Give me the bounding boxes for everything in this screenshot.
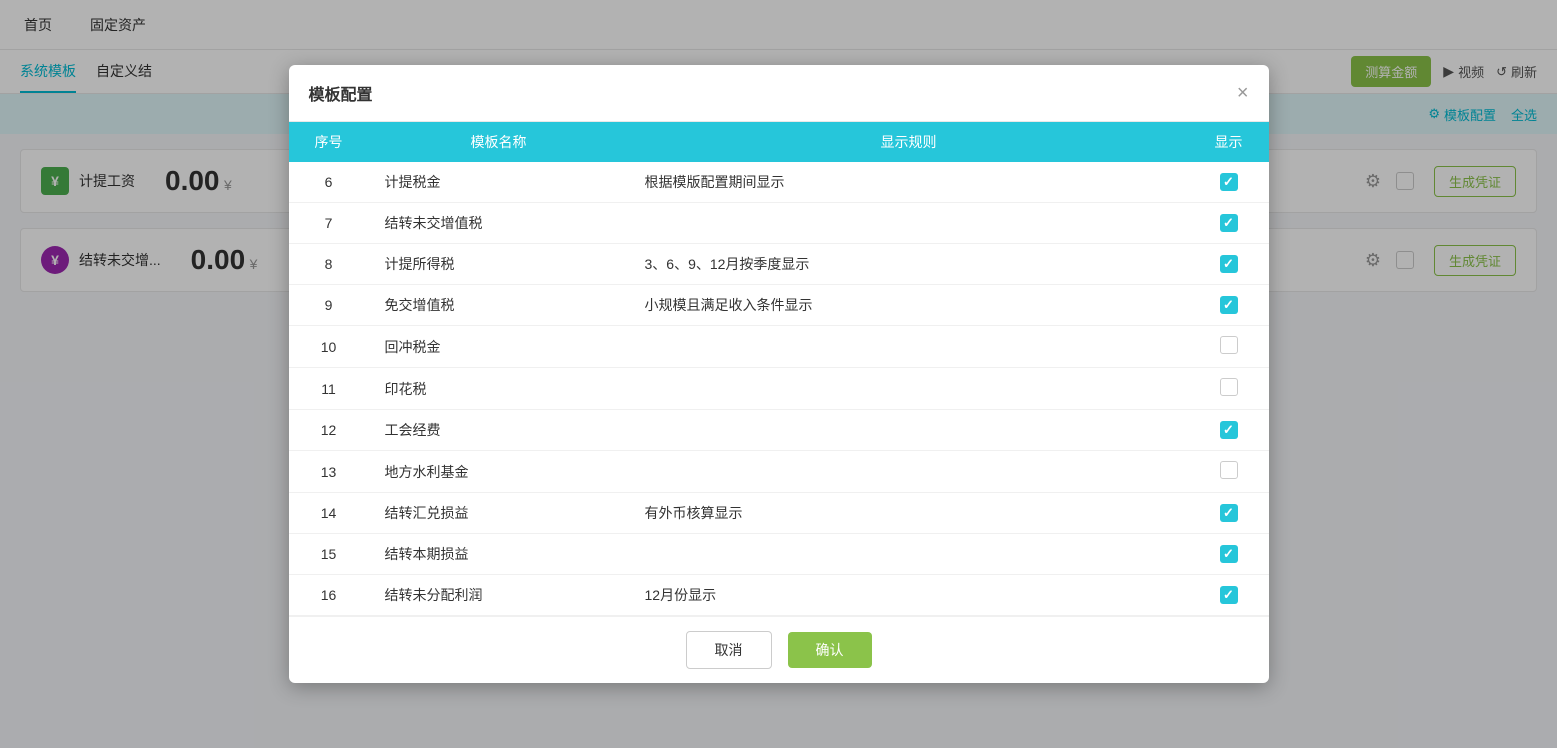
cell-checkbox[interactable] <box>1189 244 1269 285</box>
cell-index: 6 <box>289 162 369 203</box>
cell-rule <box>629 410 1189 451</box>
cell-name: 计提所得税 <box>369 244 629 285</box>
th-index: 序号 <box>289 122 369 162</box>
cell-name: 回冲税金 <box>369 326 629 368</box>
table-row: 12工会经费 <box>289 410 1269 451</box>
table-row: 8计提所得税3、6、9、12月按季度显示 <box>289 244 1269 285</box>
cell-checkbox[interactable] <box>1189 410 1269 451</box>
cell-index: 16 <box>289 575 369 616</box>
cell-index: 7 <box>289 203 369 244</box>
cell-rule <box>629 326 1189 368</box>
cell-rule <box>629 203 1189 244</box>
modal-header: 模板配置 × <box>289 65 1269 122</box>
checkbox-item-7[interactable] <box>1220 214 1238 232</box>
cell-index: 8 <box>289 244 369 285</box>
table-row: 11印花税 <box>289 368 1269 410</box>
cell-rule: 12月份显示 <box>629 575 1189 616</box>
modal-footer: 取消 确认 <box>289 616 1269 683</box>
cell-checkbox[interactable] <box>1189 203 1269 244</box>
table-row: 10回冲税金 <box>289 326 1269 368</box>
table-row: 14结转汇兑损益有外币核算显示 <box>289 493 1269 534</box>
cell-rule: 小规模且满足收入条件显示 <box>629 285 1189 326</box>
confirm-button[interactable]: 确认 <box>788 632 872 668</box>
cell-name: 地方水利基金 <box>369 451 629 493</box>
checkbox-item-8[interactable] <box>1220 255 1238 273</box>
cell-rule: 有外币核算显示 <box>629 493 1189 534</box>
table-row: 7结转未交增值税 <box>289 203 1269 244</box>
cell-index: 9 <box>289 285 369 326</box>
config-table: 序号 模板名称 显示规则 显示 6计提税金根据模版配置期间显示7结转未交增值税8… <box>289 122 1269 616</box>
th-rule: 显示规则 <box>629 122 1189 162</box>
checkbox-item-14[interactable] <box>1220 504 1238 522</box>
cell-index: 13 <box>289 451 369 493</box>
cell-name: 结转汇兑损益 <box>369 493 629 534</box>
table-header-row: 序号 模板名称 显示规则 显示 <box>289 122 1269 162</box>
table-row: 13地方水利基金 <box>289 451 1269 493</box>
checkbox-item-11[interactable] <box>1220 378 1238 396</box>
cell-checkbox[interactable] <box>1189 575 1269 616</box>
modal-body: 序号 模板名称 显示规则 显示 6计提税金根据模版配置期间显示7结转未交增值税8… <box>289 122 1269 616</box>
cell-index: 14 <box>289 493 369 534</box>
modal-overlay: 模板配置 × 序号 模板名称 显示规则 显示 6计提税金根据模版配置期间显示7结… <box>0 0 1557 748</box>
table-row: 9免交增值税小规模且满足收入条件显示 <box>289 285 1269 326</box>
cell-name: 印花税 <box>369 368 629 410</box>
checkbox-item-16[interactable] <box>1220 586 1238 604</box>
cell-checkbox[interactable] <box>1189 451 1269 493</box>
table-row: 16结转未分配利润12月份显示 <box>289 575 1269 616</box>
cell-name: 免交增值税 <box>369 285 629 326</box>
modal-title: 模板配置 <box>309 81 373 105</box>
cell-rule <box>629 368 1189 410</box>
cell-rule <box>629 534 1189 575</box>
cell-checkbox[interactable] <box>1189 162 1269 203</box>
cell-checkbox[interactable] <box>1189 368 1269 410</box>
cell-name: 结转未交增值税 <box>369 203 629 244</box>
checkbox-item-15[interactable] <box>1220 545 1238 563</box>
cell-rule <box>629 451 1189 493</box>
checkbox-item-6[interactable] <box>1220 173 1238 191</box>
checkbox-item-12[interactable] <box>1220 421 1238 439</box>
cell-rule: 3、6、9、12月按季度显示 <box>629 244 1189 285</box>
checkbox-item-10[interactable] <box>1220 336 1238 354</box>
cell-index: 10 <box>289 326 369 368</box>
cell-index: 11 <box>289 368 369 410</box>
th-name: 模板名称 <box>369 122 629 162</box>
checkbox-item-13[interactable] <box>1220 461 1238 479</box>
table-row: 6计提税金根据模版配置期间显示 <box>289 162 1269 203</box>
table-row: 15结转本期损益 <box>289 534 1269 575</box>
cell-checkbox[interactable] <box>1189 285 1269 326</box>
cell-name: 计提税金 <box>369 162 629 203</box>
cell-index: 12 <box>289 410 369 451</box>
cell-name: 结转本期损益 <box>369 534 629 575</box>
cell-checkbox[interactable] <box>1189 326 1269 368</box>
modal-close-button[interactable]: × <box>1237 83 1249 103</box>
cancel-button[interactable]: 取消 <box>686 631 772 669</box>
checkbox-item-9[interactable] <box>1220 296 1238 314</box>
cell-checkbox[interactable] <box>1189 534 1269 575</box>
cell-name: 工会经费 <box>369 410 629 451</box>
cell-rule: 根据模版配置期间显示 <box>629 162 1189 203</box>
cell-name: 结转未分配利润 <box>369 575 629 616</box>
th-display: 显示 <box>1189 122 1269 162</box>
modal-template-config: 模板配置 × 序号 模板名称 显示规则 显示 6计提税金根据模版配置期间显示7结… <box>289 65 1269 683</box>
cell-index: 15 <box>289 534 369 575</box>
cell-checkbox[interactable] <box>1189 493 1269 534</box>
